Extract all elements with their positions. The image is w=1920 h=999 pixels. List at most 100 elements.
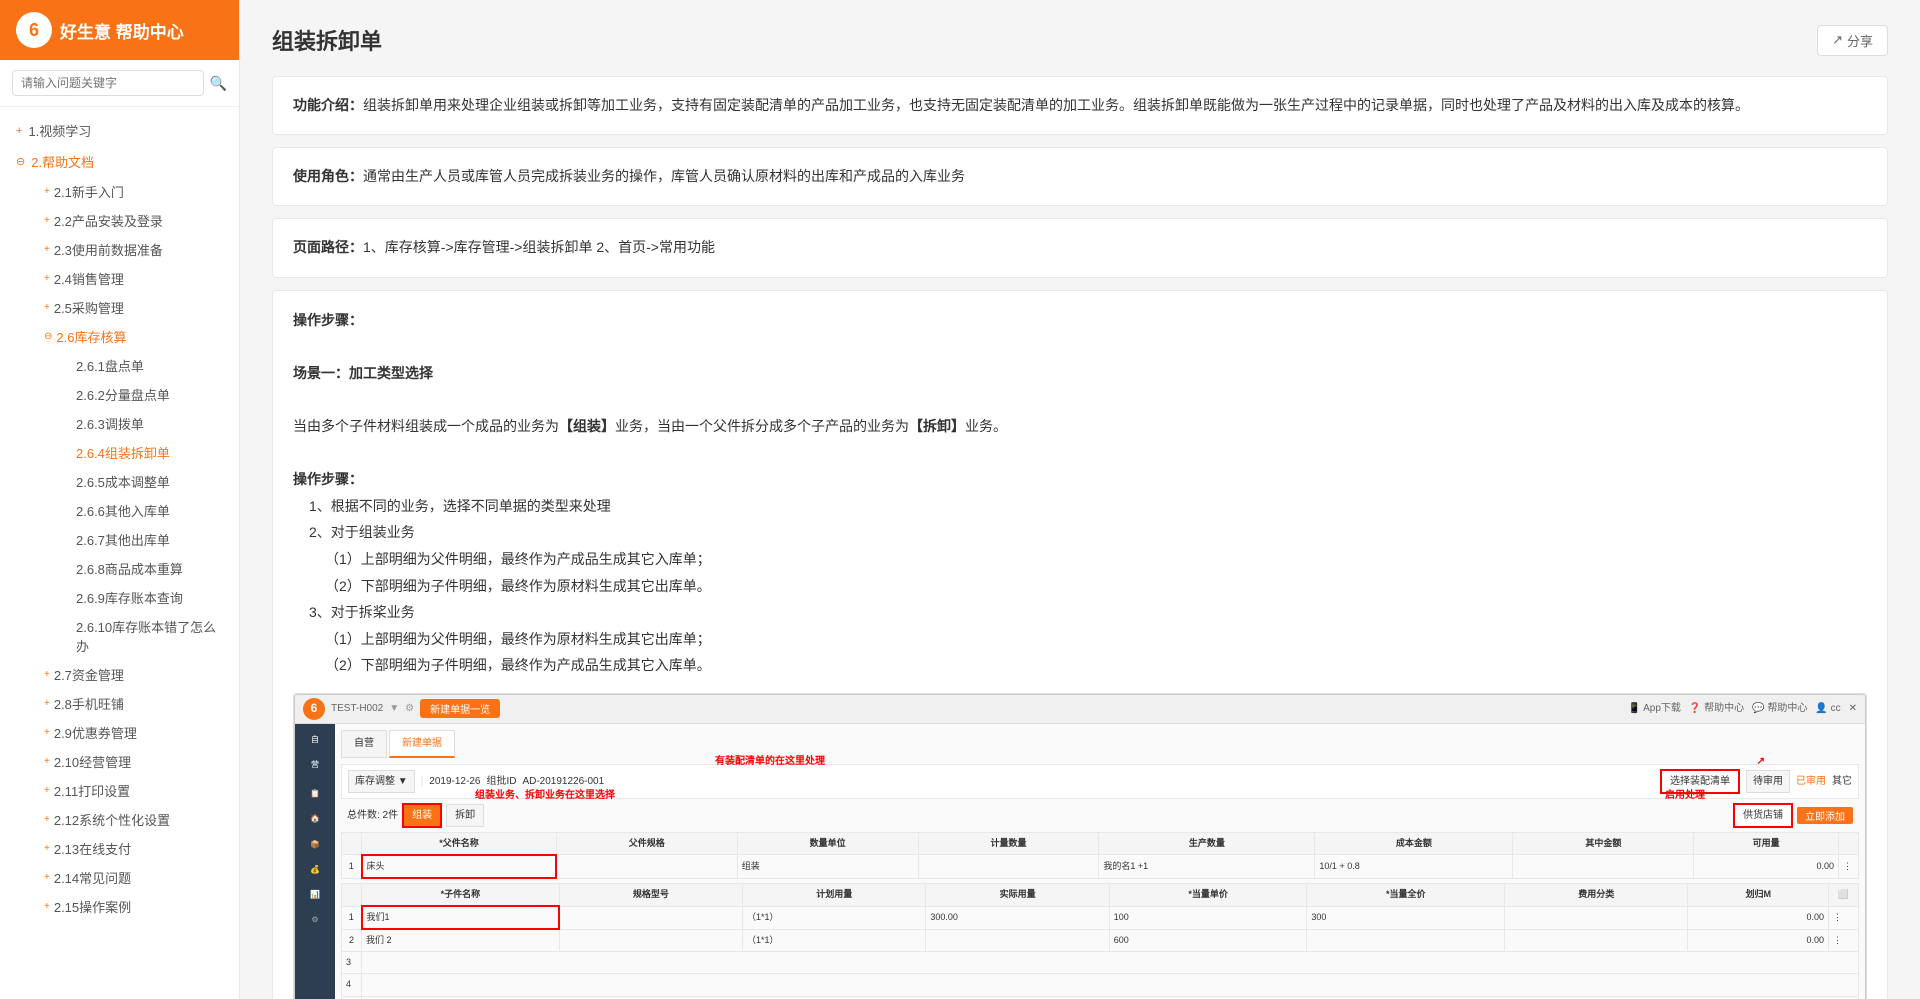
th-b-num — [342, 884, 362, 907]
nav-sub-inventory: 2.6.1盘点单 2.6.2分量盘点单 2.6.3调拨单 2.6.4组装拆卸单 … — [28, 351, 239, 660]
nav-sub-helpdocs: + 2.1新手入门 + 2.2产品安装及登录 + 2.3使用前数据准备 + 2.… — [0, 177, 239, 921]
plus-icon: + — [44, 901, 50, 912]
th-sub-amount: 其中金额 — [1513, 832, 1694, 855]
td-parent-spec — [556, 855, 737, 878]
sidebar-item-data-prep[interactable]: + 2.3使用前数据准备 — [28, 235, 239, 264]
sidebar-item-cost-adjust[interactable]: 2.6.5成本调整单 — [60, 467, 239, 496]
td-b-ops1[interactable]: ⋮ — [1829, 906, 1859, 929]
new-doc-btn[interactable]: 新建单据一览 — [420, 699, 500, 718]
app-assembly-list-btn[interactable]: 选择装配清单 — [1660, 769, 1740, 794]
page-path-text: 1、库存核算->库存管理->组装拆卸单 2、首页->常用功能 — [363, 239, 715, 255]
sidebar: 6 好生意 帮助中心 🔍 + 1.视频学习 ⊖ 2.帮助文档 + 2.1新手入门… — [0, 0, 240, 999]
table-row: 2 我们 2 （1*1） 600 0.00 — [342, 929, 1859, 952]
app-count-label: 总件数: 2件 — [347, 806, 398, 825]
sidebar-item-other-in[interactable]: 2.6.6其他入库单 — [60, 496, 239, 525]
table-row: 1 我们1 （1*1） 300.00 100 300 0.00 — [342, 906, 1859, 929]
sub3-1: （1）上部明细为父件明细，最终作为原材料生成其它出库单； — [325, 626, 1867, 653]
td-parent-name[interactable]: 床头 — [362, 855, 557, 878]
search-icon[interactable]: 🔍 — [210, 75, 227, 92]
sidebar-item-inventory-ledger[interactable]: 2.6.9库存账本查询 — [60, 583, 239, 612]
th-b-plan-qty: 计划用量 — [743, 884, 926, 907]
app-logo-icon: 6 — [303, 698, 325, 720]
app-bottom-table: *子件名称 规格型号 计划用量 实际用量 *当量单价 *当量全价 费用分类 划归… — [341, 883, 1859, 999]
app-assembly-type-btn[interactable]: 组装 — [402, 803, 442, 828]
sidebar-item-cost-recalc[interactable]: 2.6.8商品成本重算 — [60, 554, 239, 583]
step2: 2、对于组装业务 — [309, 519, 1867, 546]
sidebar-item-faq[interactable]: + 2.14常见问题 — [28, 863, 239, 892]
sidebar-item-coupon[interactable]: + 2.9优惠券管理 — [28, 718, 239, 747]
td-ops[interactable]: ⋮ — [1839, 855, 1859, 878]
sidebar-item-partial-stocktake[interactable]: 2.6.2分量盘点单 — [60, 380, 239, 409]
sidebar-item-other-out[interactable]: 2.6.7其他出库单 — [60, 525, 239, 554]
app-tab-ziyg[interactable]: 自营 — [341, 730, 387, 758]
app-add-row-btn[interactable]: 立即添加 — [1797, 807, 1853, 824]
app-date-label: 2019-12-26 — [429, 772, 480, 791]
sidebar-item-print[interactable]: + 2.11打印设置 — [28, 776, 239, 805]
app-status-label: 待审用 — [1746, 770, 1790, 793]
th-b-ops: ⬜ — [1829, 884, 1859, 907]
sidebar-label: 2.帮助文档 — [31, 152, 94, 171]
app-top-table-container: *父件名称 父件规格 数量单位 计量数量 生产数量 成本金额 其中金额 可用量 — [341, 832, 1859, 879]
td-b-num: 1 — [342, 906, 362, 929]
app-tabs: 自营 新建单据 — [341, 730, 1859, 758]
sub2-2: （2）下部明细为子件明细，最终作为原材料生成其它出库单。 — [325, 573, 1867, 600]
app-disassembly-type-btn[interactable]: 拆卸 — [446, 804, 484, 827]
th-b-spec: 规格型号 — [559, 884, 742, 907]
sidebar-item-ops-mgmt[interactable]: + 2.10经营管理 — [28, 747, 239, 776]
td-b-plan-qty2: （1*1） — [743, 929, 926, 952]
sidebar-item-cases[interactable]: + 2.15操作案例 — [28, 892, 239, 921]
page-path-block: 页面路径：1、库存核算->库存管理->组装拆卸单 2、首页->常用功能 — [272, 218, 1888, 277]
expand-icon[interactable]: ⬜ — [1838, 889, 1849, 899]
sidebar-item-purchase[interactable]: + 2.5采购管理 — [28, 293, 239, 322]
sidebar-item-install[interactable]: + 2.2产品安装及登录 — [28, 206, 239, 235]
sidebar-item-newbie[interactable]: + 2.1新手入门 — [28, 177, 239, 206]
search-input[interactable] — [12, 70, 204, 96]
td-measure-qty — [918, 855, 1099, 878]
sidebar-item-assembly[interactable]: 2.6.4组装拆卸单 — [60, 438, 239, 467]
sidebar-item-ledger-fix[interactable]: 2.6.10库存账本错了怎么办 — [60, 612, 239, 660]
th-b-fee-type: 费用分类 — [1505, 884, 1688, 907]
main-content: 组装拆卸单 ↗ 分享 功能介绍：组装拆卸单用来处理企业组装或拆卸等加工业务，支持… — [240, 0, 1920, 999]
app-type-select[interactable]: 库存调整 ▼ — [348, 770, 415, 793]
sidebar-item-video-learning[interactable]: + 1.视频学习 — [0, 115, 239, 146]
app-more-link[interactable]: 其它 — [1832, 772, 1852, 791]
app-header-icons: 📱 App下载 ❓ 帮助中心 💬 帮助中心 👤 cc ✕ — [1628, 699, 1857, 718]
td-row-num: 1 — [342, 855, 362, 878]
sidebar-item-inventory[interactable]: ⊖ 2.6库存核算 — [28, 322, 239, 351]
logo-bar: 6 好生意 帮助中心 — [0, 0, 239, 60]
user-role-text: 通常由生产人员或库管人员完成拆装业务的操作，库管人员确认原材料的出库和产成品的入… — [363, 168, 965, 184]
plus-icon: + — [44, 273, 50, 284]
td-b-total-cost: 300 — [1307, 906, 1505, 929]
app-action-link[interactable]: 已审用 — [1796, 772, 1826, 791]
plus-icon: + — [44, 843, 50, 854]
sidebar-item-stocktake[interactable]: 2.6.1盘点单 — [60, 351, 239, 380]
app-tab-new[interactable]: 新建单据 — [389, 730, 455, 758]
sidebar-item-transfer[interactable]: 2.6.3调拨单 — [60, 409, 239, 438]
app-form-sep: | — [421, 772, 424, 791]
sidebar-item-help-docs[interactable]: ⊖ 2.帮助文档 — [0, 146, 239, 177]
plus-icon: + — [16, 125, 22, 137]
step1: 1、根据不同的业务，选择不同单据的类型来处理 — [309, 493, 1867, 520]
td-prod-qty: 我的名1 +1 — [1099, 855, 1315, 878]
app-supplier-input[interactable]: 供货店铺 — [1733, 803, 1793, 828]
app-top-table: *父件名称 父件规格 数量单位 计量数量 生产数量 成本金额 其中金额 可用量 — [341, 832, 1859, 879]
share-button[interactable]: ↗ 分享 — [1817, 25, 1888, 56]
td-b-child-name[interactable]: 我们1 — [362, 906, 560, 929]
function-intro-text: 组装拆卸单用来处理企业组装或拆卸等加工业务，支持有固定装配清单的产品加工业务，也… — [363, 97, 1749, 113]
sidebar-item-mobile[interactable]: + 2.8手机旺铺 — [28, 689, 239, 718]
th-measure-qty: 计量数量 — [918, 832, 1099, 855]
td-b-unit-cost: 100 — [1109, 906, 1307, 929]
sidebar-item-sales[interactable]: + 2.4销售管理 — [28, 264, 239, 293]
td-b-ops2[interactable]: ⋮ — [1829, 929, 1859, 952]
sidebar-item-finance[interactable]: + 2.7资金管理 — [28, 660, 239, 689]
screenshot-container: 6 TEST-H002 ▼ ⚙ 新建单据一览 📱 App下载 ❓ 帮助中心 💬 … — [293, 693, 1867, 999]
sidebar-item-payment[interactable]: + 2.13在线支付 — [28, 834, 239, 863]
td-cost-amount: 10/1 + 0.8 — [1315, 855, 1513, 878]
sidebar-item-customize[interactable]: + 2.12系统个性化设置 — [28, 805, 239, 834]
app-batch-label: 组批ID — [486, 772, 516, 791]
th-prod-qty: 生产数量 — [1099, 832, 1315, 855]
page-title: 组装拆卸单 — [272, 24, 382, 56]
steps-section: 操作步骤： 场景一：加工类型选择 当由多个子件材料组装成一个成品的业务为【组装】… — [272, 290, 1888, 999]
th-b-attr-m: 划归M — [1688, 884, 1829, 907]
plus-icon: + — [44, 785, 50, 796]
